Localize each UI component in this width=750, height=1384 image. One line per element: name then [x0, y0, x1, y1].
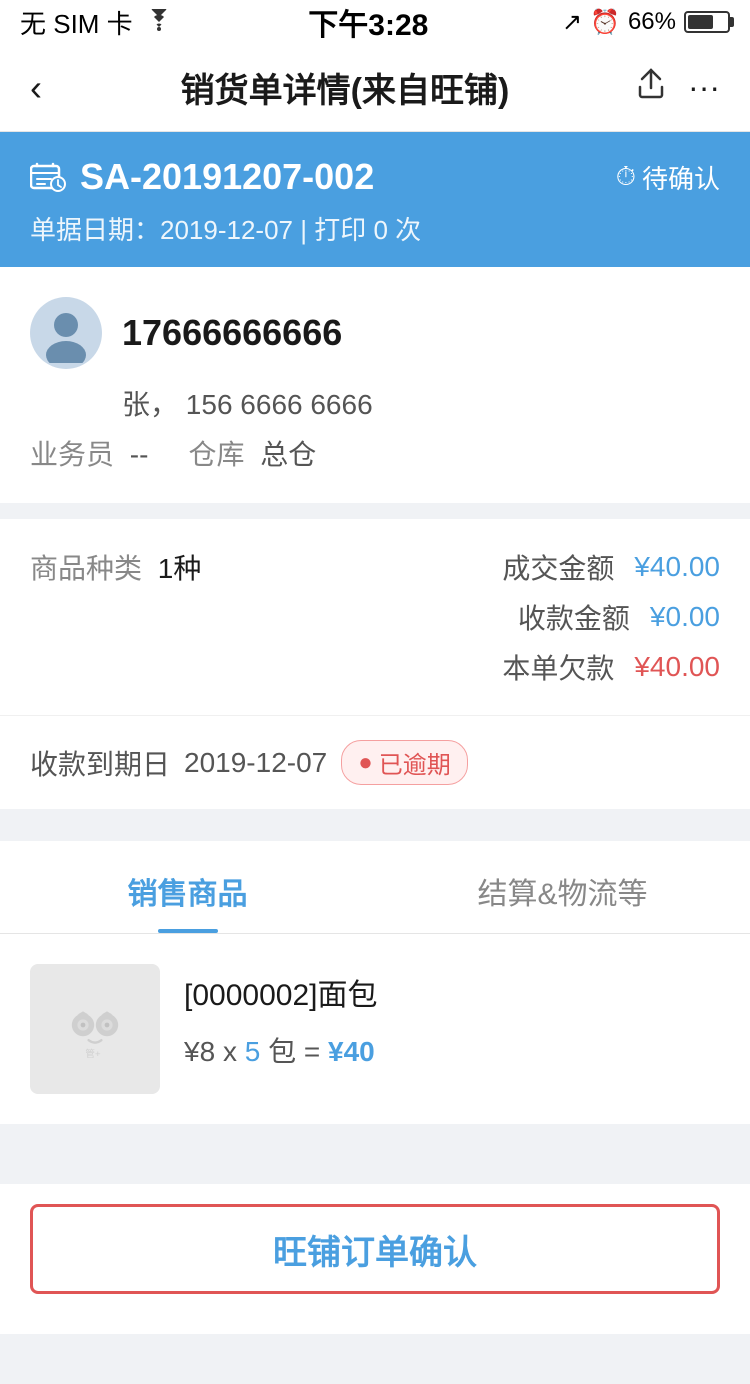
amounts-list: 成交金额 ¥40.00 收款金额 ¥0.00 本单欠款 ¥40.00: [502, 547, 720, 687]
battery-icon: [684, 11, 730, 33]
customer-phone: 17666666666: [122, 312, 342, 354]
order-status: ⏱ 待确认: [616, 159, 720, 196]
overdue-dot-icon: ●: [358, 749, 373, 777]
confirm-order-button[interactable]: 旺铺订单确认: [30, 1204, 720, 1294]
customer-section: 17666666666 张， 156 6666 6666 业务员 -- 仓库 总…: [0, 267, 750, 503]
product-thumbnail: 管+: [30, 964, 160, 1094]
order-id: SA-20191207-002: [30, 156, 374, 198]
location-icon: ↗: [562, 8, 582, 37]
tabs-section: 销售商品 结算&物流等: [0, 841, 750, 934]
amounts-section: 商品种类 1种 成交金额 ¥40.00 收款金额 ¥0.00 本单欠款 ¥40.…: [0, 519, 750, 715]
order-date: 单据日期：2019-12-07 | 打印 0 次: [30, 210, 720, 247]
amount-received: 收款金额 ¥0.00: [518, 597, 720, 637]
customer-name: 张， 156 6666 6666: [122, 383, 720, 423]
status-clock-icon: ⏱: [616, 161, 636, 193]
tab-sales-goods[interactable]: 销售商品: [0, 841, 375, 933]
status-time: 下午3:28: [308, 0, 428, 44]
status-text: 待确认: [642, 159, 720, 196]
status-left: 无 SIM 卡: [20, 4, 175, 41]
battery-percent: 66%: [628, 8, 676, 36]
sales-item: 业务员 --: [30, 433, 148, 473]
alarm-icon: ⏰: [590, 8, 620, 37]
product-info: [0000002]面包 ¥8 x 5 包 = ¥40: [184, 964, 720, 1070]
navbar: ‹ 销货单详情(来自旺铺) ···: [0, 44, 750, 132]
svg-text:管+: 管+: [85, 1048, 101, 1060]
warehouse-item: 仓库 总仓: [188, 433, 316, 473]
back-button[interactable]: ‹: [30, 67, 90, 109]
product-name: [0000002]面包: [184, 970, 720, 1014]
wifi-icon: [143, 7, 175, 38]
overdue-badge: ● 已逾期: [341, 740, 468, 785]
product-price: ¥8 x 5 包 = ¥40: [184, 1030, 720, 1070]
product-section: 管+ [0000002]面包 ¥8 x 5 包 = ¥40: [0, 934, 750, 1124]
divider-2: [0, 809, 750, 825]
product-item: 管+ [0000002]面包 ¥8 x 5 包 = ¥40: [30, 964, 720, 1094]
more-icon[interactable]: ···: [688, 69, 720, 106]
status-right: ↗ ⏰ 66%: [562, 8, 730, 37]
amount-owed: 本单欠款 ¥40.00: [502, 647, 720, 687]
status-bar: 无 SIM 卡 下午3:28 ↗ ⏰ 66%: [0, 0, 750, 44]
amount-deal: 成交金额 ¥40.00: [502, 547, 720, 587]
customer-meta: 业务员 -- 仓库 总仓: [30, 433, 720, 473]
goods-type: 商品种类 1种: [30, 547, 201, 587]
order-id-text: SA-20191207-002: [80, 156, 374, 198]
share-icon[interactable]: [634, 67, 668, 109]
carrier-label: 无 SIM 卡: [20, 4, 133, 41]
page-title: 销货单详情(来自旺铺): [90, 63, 600, 112]
navbar-actions: ···: [600, 67, 720, 109]
confirm-button-wrap: 旺铺订单确认: [0, 1184, 750, 1334]
due-date-section: 收款到期日 2019-12-07 ● 已逾期: [0, 715, 750, 809]
divider-1: [0, 503, 750, 519]
customer-avatar: [30, 297, 102, 369]
order-header: SA-20191207-002 ⏱ 待确认 单据日期：2019-12-07 | …: [0, 132, 750, 267]
tab-settle-logistics[interactable]: 结算&物流等: [375, 841, 750, 933]
